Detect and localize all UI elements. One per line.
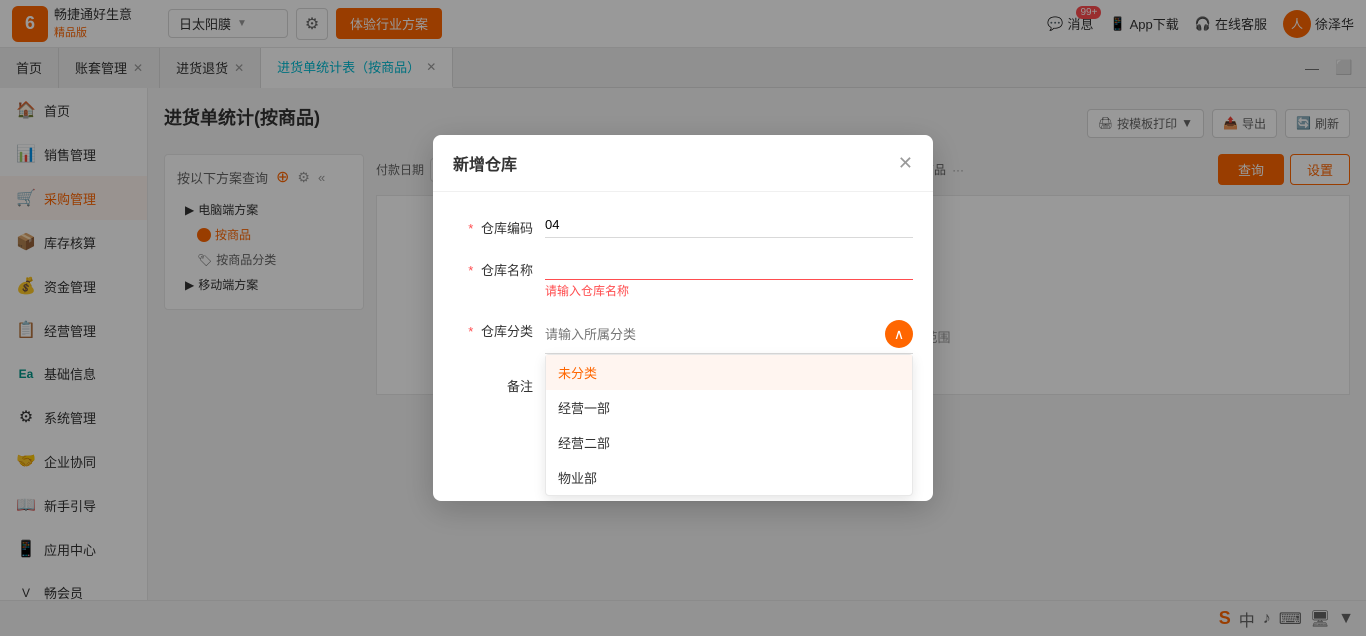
dialog-header: 新增仓库 ✕ bbox=[433, 135, 933, 192]
form-row-code: * 仓库编码 bbox=[453, 212, 913, 238]
dialog-close-button[interactable]: ✕ bbox=[898, 153, 913, 174]
name-error-msg: 请输入仓库名称 bbox=[545, 282, 913, 299]
name-label: * 仓库名称 bbox=[453, 254, 533, 279]
code-control bbox=[545, 212, 913, 238]
dialog-title: 新增仓库 bbox=[453, 151, 517, 175]
category-label: * 仓库分类 bbox=[453, 315, 533, 340]
category-arrow-icon[interactable]: ∧ bbox=[885, 320, 913, 348]
code-label: * 仓库编码 bbox=[453, 212, 533, 237]
modal-overlay[interactable]: 新增仓库 ✕ * 仓库编码 * 仓库名称 bbox=[0, 0, 1366, 636]
dropdown-item-1[interactable]: 经营一部 bbox=[546, 390, 912, 425]
category-selector[interactable]: ∧ bbox=[545, 315, 913, 354]
form-row-category: * 仓库分类 ∧ 未分类 经营一部 bbox=[453, 315, 913, 354]
warehouse-code-input[interactable] bbox=[545, 212, 913, 238]
dropdown-item-3[interactable]: 物业部 bbox=[546, 460, 912, 495]
form-row-name: * 仓库名称 请输入仓库名称 bbox=[453, 254, 913, 299]
dialog-new-warehouse: 新增仓库 ✕ * 仓库编码 * 仓库名称 bbox=[433, 135, 933, 501]
warehouse-name-input[interactable] bbox=[545, 254, 913, 280]
name-control: 请输入仓库名称 bbox=[545, 254, 913, 299]
category-input[interactable] bbox=[545, 327, 885, 342]
category-dropdown: 未分类 经营一部 经营二部 物业部 bbox=[545, 354, 913, 496]
category-control: ∧ 未分类 经营一部 经营二部 物业部 bbox=[545, 315, 913, 354]
note-label: 备注 bbox=[453, 370, 533, 395]
dropdown-item-0[interactable]: 未分类 bbox=[546, 355, 912, 390]
dialog-body: * 仓库编码 * 仓库名称 请输入仓库名称 bbox=[433, 192, 933, 442]
dropdown-item-2[interactable]: 经营二部 bbox=[546, 425, 912, 460]
